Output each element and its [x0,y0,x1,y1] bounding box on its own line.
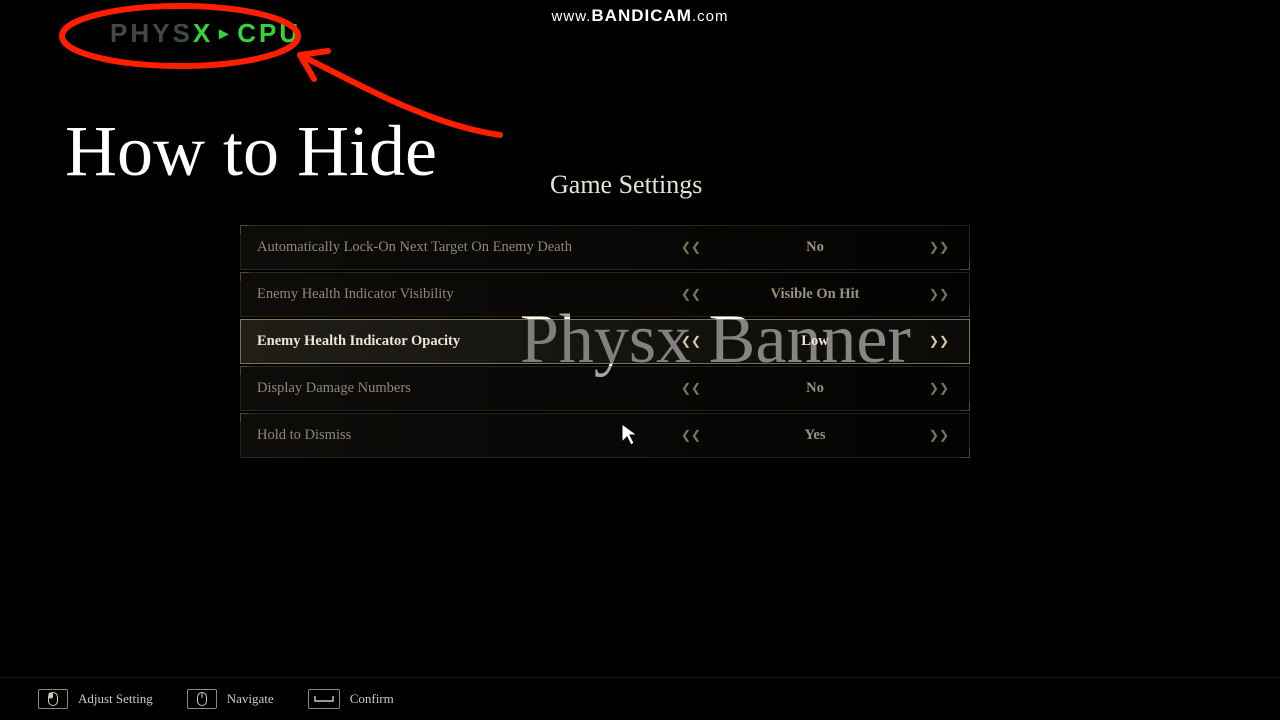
setting-row[interactable]: Enemy Health Indicator Visibility❮❮Visib… [240,272,970,317]
arrow-right-icon[interactable]: ❯❯ [925,240,953,255]
setting-label: Enemy Health Indicator Visibility [257,286,677,303]
arrow-left-icon[interactable]: ❮❮ [677,240,705,255]
setting-label: Hold to Dismiss [257,427,677,444]
arrow-right-icon[interactable]: ❯❯ [925,287,953,302]
setting-label: Display Damage Numbers [257,380,677,397]
section-title: Game Settings [550,170,702,200]
arrow-right-icon[interactable]: ❯❯ [925,381,953,396]
setting-row[interactable]: Hold to Dismiss❮❮Yes❯❯ [240,413,970,458]
footer-hints: Adjust Setting Navigate Confirm [0,677,1280,720]
arrow-right-icon[interactable]: ❯❯ [925,428,953,443]
hint-adjust: Adjust Setting [38,689,153,709]
setting-row[interactable]: Enemy Health Indicator Opacity❮❮Low❯❯ [240,319,970,364]
mouse-left-icon [38,689,68,709]
physx-banner: PHYSX▸CPU [110,18,301,49]
setting-value: Low [705,333,925,350]
arrow-right-icon[interactable]: ❯❯ [925,334,953,349]
setting-label: Automatically Lock-On Next Target On Ene… [257,239,677,256]
arrow-left-icon[interactable]: ❮❮ [677,334,705,349]
overlay-text-top: How to Hide [65,110,437,193]
setting-row[interactable]: Display Damage Numbers❮❮No❯❯ [240,366,970,411]
hint-navigate: Navigate [187,689,274,709]
hint-confirm: Confirm [308,689,394,709]
setting-label: Enemy Health Indicator Opacity [257,333,677,350]
arrow-left-icon[interactable]: ❮❮ [677,428,705,443]
setting-value: Yes [705,427,925,444]
hint-navigate-label: Navigate [227,691,274,707]
arrow-left-icon[interactable]: ❮❮ [677,381,705,396]
settings-list: Automatically Lock-On Next Target On Ene… [240,225,970,460]
hint-adjust-label: Adjust Setting [78,691,153,707]
setting-value: Visible On Hit [705,286,925,303]
spacebar-icon [308,689,340,709]
setting-value: No [705,239,925,256]
setting-row[interactable]: Automatically Lock-On Next Target On Ene… [240,225,970,270]
bandicam-watermark: www.BANDICAM.com [552,6,729,26]
hint-confirm-label: Confirm [350,691,394,707]
setting-value: No [705,380,925,397]
mouse-icon [187,689,217,709]
arrow-left-icon[interactable]: ❮❮ [677,287,705,302]
mouse-cursor-icon [620,422,642,448]
